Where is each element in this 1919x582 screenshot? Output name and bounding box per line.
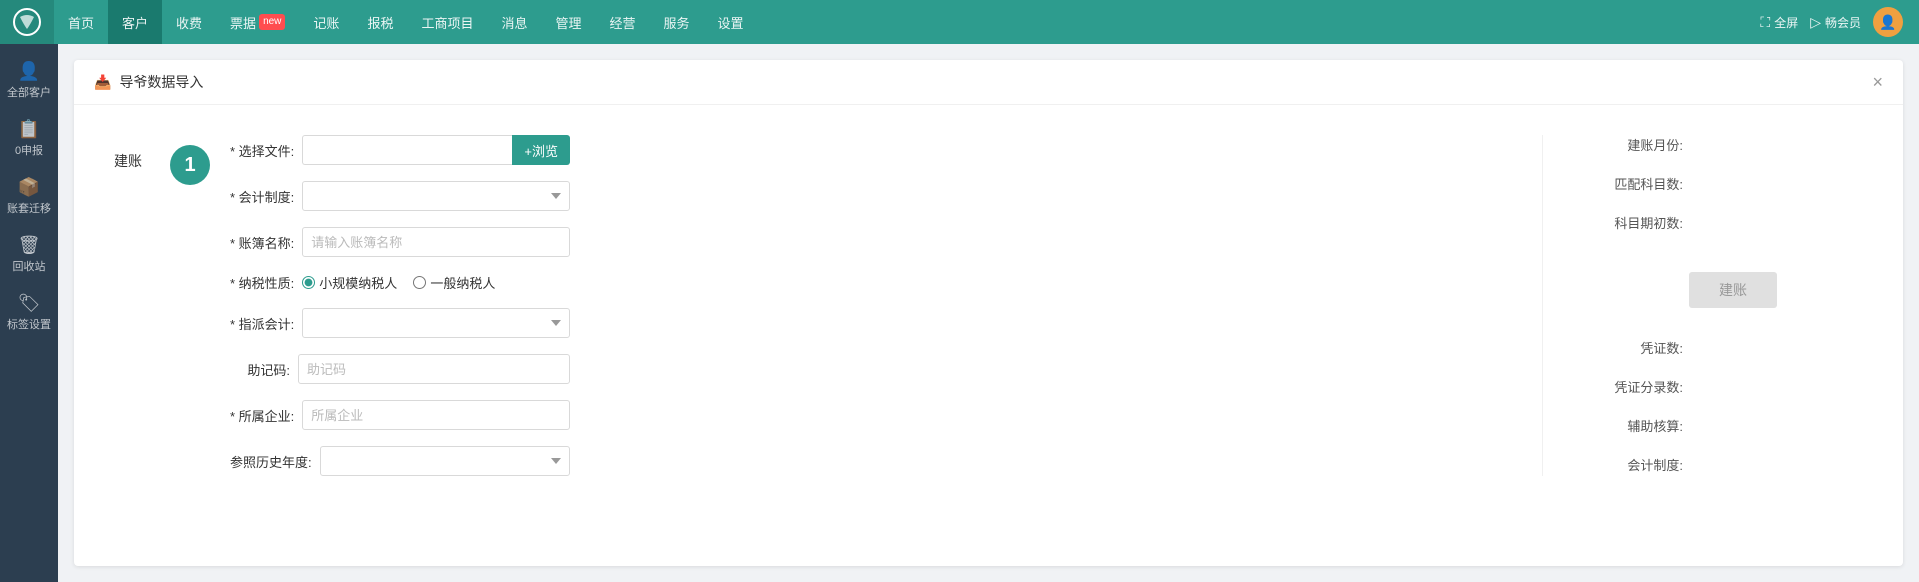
aux-accounting-label: 辅助核算:	[1603, 416, 1683, 435]
nav-invoice[interactable]: 票据 new	[216, 0, 299, 44]
nav-business[interactable]: 工商项目	[407, 0, 487, 44]
content-area: 📥 导爷数据导入 × 建账 1 * 选择文件:	[58, 44, 1919, 582]
accounting-system-label: 会计制度:	[1603, 455, 1683, 474]
vertical-divider	[1542, 135, 1543, 476]
aux-accounting-row: 辅助核算:	[1603, 416, 1863, 435]
form-fields: * 选择文件: +浏览 * 会计制度:	[230, 135, 570, 476]
sidebar: 👤 全部客户 📋 0申报 📦 账套迁移 🗑 回收站 🏷 标签设置	[0, 44, 58, 582]
tax-type-label: * 纳税性质:	[230, 273, 294, 292]
tax-type-row: * 纳税性质: 小规模纳税人 一般纳税人	[230, 273, 570, 292]
history-year-label: 参照历史年度:	[230, 452, 312, 471]
history-year-row: 参照历史年度:	[230, 446, 570, 476]
file-row: * 选择文件: +浏览	[230, 135, 570, 165]
file-label: * 选择文件:	[230, 141, 294, 160]
account-name-input[interactable]	[302, 227, 570, 257]
account-name-row: * 账簿名称:	[230, 227, 570, 257]
form-area: 建账 1 * 选择文件: +浏览 * 会计	[74, 105, 1903, 506]
voucher-entries-row: 凭证分录数:	[1603, 377, 1863, 396]
panel-header: 📥 导爷数据导入 ×	[74, 60, 1903, 105]
sidebar-item-all-customers[interactable]: 👤 全部客户	[2, 54, 56, 108]
file-input[interactable]	[302, 135, 512, 165]
declare-icon: 📋	[18, 120, 40, 138]
nav-tax[interactable]: 报税	[353, 0, 407, 44]
nav-customers[interactable]: 客户	[108, 0, 162, 44]
sidebar-item-zero-declare[interactable]: 📋 0申报	[2, 112, 56, 166]
accounting-system-row: 会计制度:	[1603, 455, 1863, 474]
nav-bookkeeping[interactable]: 记账	[299, 0, 353, 44]
assign-accountant-label: * 指派会计:	[230, 314, 294, 333]
panel-title: 📥 导爷数据导入	[94, 72, 203, 92]
sidebar-item-trash[interactable]: 🗑 回收站	[2, 228, 56, 282]
browse-button[interactable]: +浏览	[512, 135, 570, 165]
vouchers-label: 凭证数:	[1603, 338, 1683, 357]
avatar[interactable]: 👤	[1873, 7, 1903, 37]
top-navigation: 首页 客户 收费 票据 new 记账 报税 工商项目 消息 管理 经营	[0, 0, 1919, 44]
assign-accountant-row: * 指派会计:	[230, 308, 570, 338]
nav-right: ⛶ 全屏 ▷ 畅会员 👤	[1760, 7, 1919, 37]
app-logo	[0, 0, 54, 44]
account-system-select[interactable]	[302, 181, 570, 211]
new-badge: new	[259, 14, 285, 30]
nav-settings[interactable]: 设置	[704, 0, 758, 44]
sidebar-item-tags[interactable]: 🏷 标签设置	[2, 286, 56, 340]
company-input[interactable]	[302, 400, 570, 430]
memo-input[interactable]	[298, 354, 570, 384]
import-panel: 📥 导爷数据导入 × 建账 1 * 选择文件:	[74, 60, 1903, 566]
file-input-group: +浏览	[302, 135, 570, 165]
build-month-row: 建账月份:	[1603, 135, 1863, 154]
nav-billing[interactable]: 收费	[162, 0, 216, 44]
account-name-label: * 账簿名称:	[230, 233, 294, 252]
match-subjects-label: 匹配科目数:	[1603, 174, 1683, 193]
build-account-button[interactable]: 建账	[1689, 272, 1777, 308]
assign-accountant-select[interactable]	[302, 308, 570, 338]
voucher-entries-label: 凭证分录数:	[1603, 377, 1683, 396]
sidebar-item-migrate[interactable]: 📦 账套迁移	[2, 170, 56, 224]
trash-icon: 🗑	[18, 236, 41, 254]
vouchers-row: 凭证数:	[1603, 338, 1863, 357]
tax-radio-group: 小规模纳税人 一般纳税人	[302, 273, 495, 292]
step-badge: 1	[170, 145, 210, 185]
company-label: * 所属企业:	[230, 406, 294, 425]
tax-general-radio[interactable]: 一般纳税人	[413, 273, 495, 292]
account-system-label: * 会计制度:	[230, 187, 294, 206]
account-system-row: * 会计制度:	[230, 181, 570, 211]
fullscreen-btn[interactable]: ⛶ 全屏	[1760, 14, 1798, 31]
memo-label: 助记码:	[230, 360, 290, 379]
migrate-icon: 📦	[18, 178, 40, 196]
step-section: 建账 1 * 选择文件: +浏览 * 会计	[114, 135, 1522, 476]
history-year-select[interactable]	[320, 446, 570, 476]
right-info: 建账月份: 匹配科目数: 科目期初数: 建账 凭证	[1563, 135, 1863, 476]
nav-messages[interactable]: 消息	[487, 0, 541, 44]
vip-btn[interactable]: ▷ 畅会员	[1810, 14, 1861, 31]
nav-manage[interactable]: 管理	[541, 0, 595, 44]
import-icon: 📥	[94, 74, 111, 91]
memo-row: 助记码:	[230, 354, 570, 384]
nav-home[interactable]: 首页	[54, 0, 108, 44]
initial-subjects-label: 科目期初数:	[1603, 213, 1683, 232]
main-layout: 👤 全部客户 📋 0申报 📦 账套迁移 🗑 回收站 🏷 标签设置 📥 导爷数据导…	[0, 44, 1919, 582]
users-icon: 👤	[18, 62, 40, 80]
match-subjects-row: 匹配科目数:	[1603, 174, 1863, 193]
tax-small-radio[interactable]: 小规模纳税人	[302, 273, 397, 292]
initial-subjects-row: 科目期初数:	[1603, 213, 1863, 232]
step-label: 建账	[114, 151, 142, 171]
close-button[interactable]: ×	[1872, 73, 1883, 91]
tag-icon: 🏷	[18, 294, 41, 312]
build-month-label: 建账月份:	[1603, 135, 1683, 154]
nav-operations[interactable]: 经营	[596, 0, 650, 44]
company-row: * 所属企业:	[230, 400, 570, 430]
nav-services[interactable]: 服务	[650, 0, 704, 44]
nav-items: 首页 客户 收费 票据 new 记账 报税 工商项目 消息 管理 经营	[54, 0, 1760, 44]
